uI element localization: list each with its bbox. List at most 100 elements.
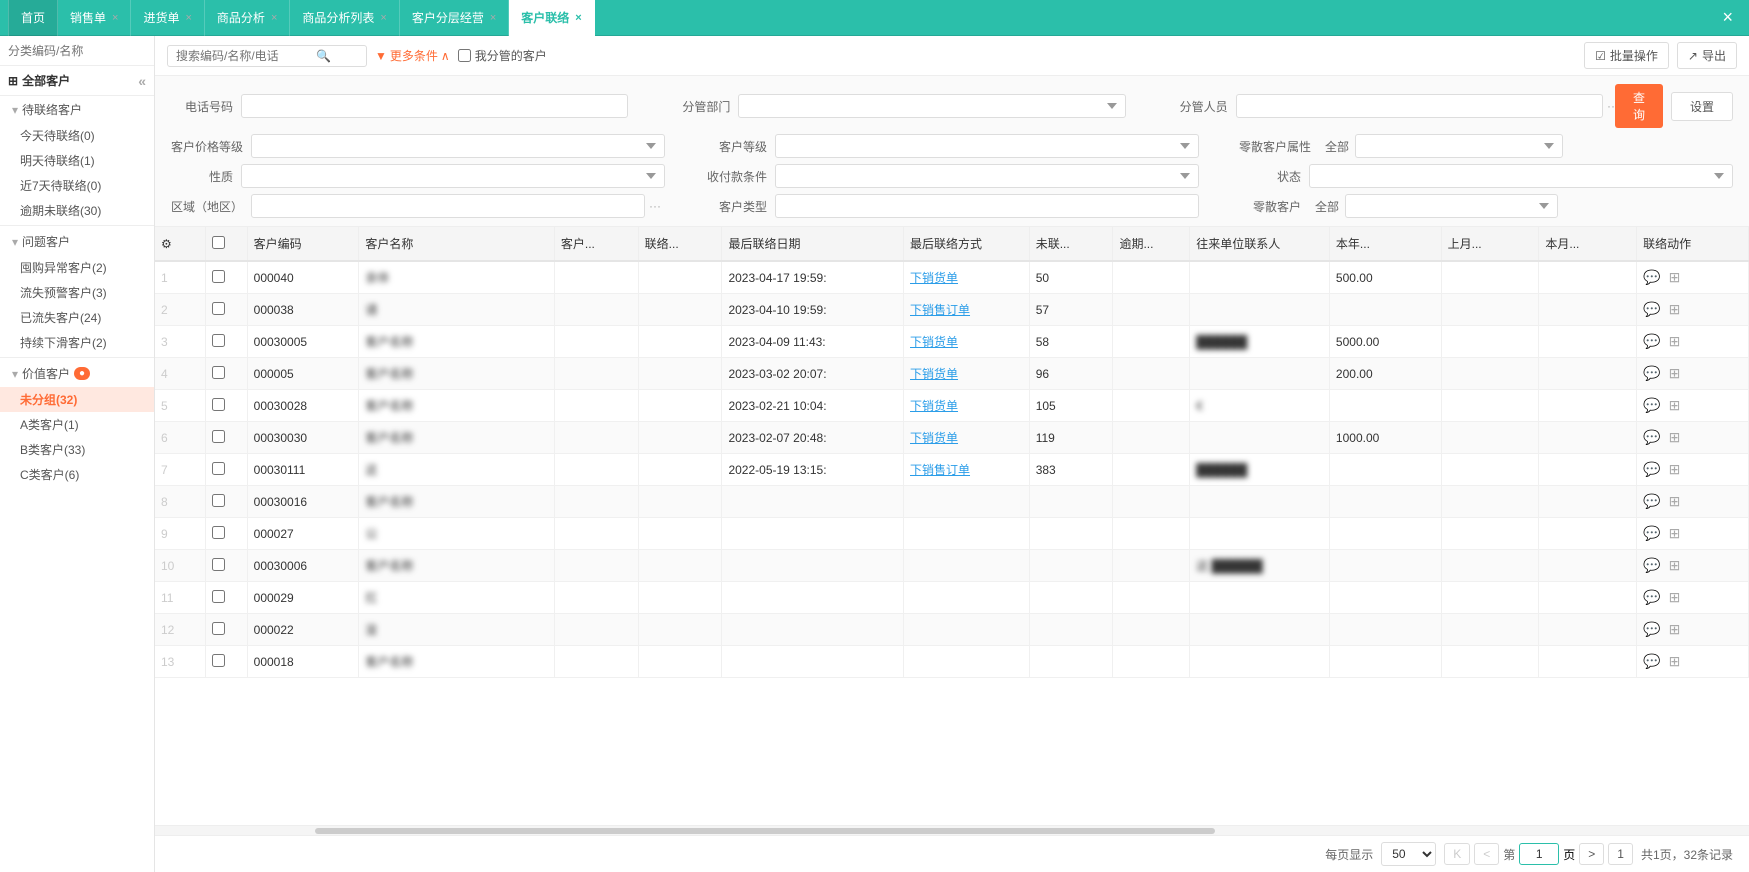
row-checkbox[interactable] (212, 430, 225, 443)
sidebar-item-overdue[interactable]: 逾期未联络(30) (0, 198, 154, 223)
sidebar-search-input[interactable] (8, 44, 155, 58)
chat-icon[interactable]: 💬 (1643, 525, 1660, 542)
my-customers-check[interactable] (458, 49, 471, 62)
sidebar-group-pending-title[interactable]: ▾ 待联络客户 (0, 96, 154, 123)
sidebar-item-tomorrow[interactable]: 明天待联络(1) (0, 148, 154, 173)
tab-home[interactable]: 首页 (8, 0, 58, 36)
row-checkbox-cell[interactable] (205, 390, 247, 422)
row-checkbox-cell[interactable] (205, 294, 247, 326)
chat-icon[interactable]: 💬 (1643, 365, 1660, 382)
qr-icon[interactable]: ⊞ (1669, 301, 1681, 318)
tab-purchase[interactable]: 进货单 × (131, 0, 204, 36)
dept-select[interactable] (738, 94, 1125, 118)
chat-icon[interactable]: 💬 (1643, 653, 1660, 670)
query-button[interactable]: 查询 (1615, 84, 1663, 128)
row-checkbox-cell[interactable] (205, 326, 247, 358)
chat-icon[interactable]: 💬 (1643, 621, 1660, 638)
row-checkbox-cell[interactable] (205, 582, 247, 614)
row-checkbox[interactable] (212, 558, 225, 571)
row-checkbox[interactable] (212, 366, 225, 379)
last-way-link[interactable]: 下销货单 (910, 431, 958, 445)
chat-icon[interactable]: 💬 (1643, 333, 1660, 350)
row-checkbox[interactable] (212, 462, 225, 475)
my-customers-checkbox[interactable]: 我分管的客户 (458, 47, 547, 64)
chat-icon[interactable]: 💬 (1643, 589, 1660, 606)
last-way-link[interactable]: 下销货单 (910, 367, 958, 381)
sidebar-item-churn-warning[interactable]: 流失预警客户(3) (0, 280, 154, 305)
phone-input[interactable] (241, 94, 628, 118)
chat-icon[interactable]: 💬 (1643, 461, 1660, 478)
row-checkbox-cell[interactable] (205, 550, 247, 582)
region-dotdot-icon[interactable]: ··· (645, 199, 665, 213)
chat-icon[interactable]: 💬 (1643, 269, 1660, 286)
last-page-button[interactable]: 1 (1608, 843, 1633, 865)
row-checkbox-cell[interactable] (205, 422, 247, 454)
sidebar-all-customers[interactable]: ⊞ 全部客户 « (0, 66, 154, 96)
qr-icon[interactable]: ⊞ (1669, 333, 1681, 350)
main-search-input[interactable] (176, 49, 316, 63)
qr-icon[interactable]: ⊞ (1669, 365, 1681, 382)
row-checkbox-cell[interactable] (205, 358, 247, 390)
current-page-input[interactable] (1519, 843, 1559, 865)
retail-attr-select[interactable] (1355, 134, 1563, 158)
qr-icon[interactable]: ⊞ (1669, 461, 1681, 478)
first-page-button[interactable]: K (1444, 843, 1470, 865)
qr-icon[interactable]: ⊞ (1669, 429, 1681, 446)
row-checkbox-cell[interactable] (205, 454, 247, 486)
search-icon[interactable]: 🔍 (316, 49, 331, 63)
settings-col[interactable]: ⚙ (155, 227, 205, 261)
row-checkbox[interactable] (212, 526, 225, 539)
sidebar-item-classA[interactable]: A类客户(1) (0, 412, 154, 437)
row-checkbox-cell[interactable] (205, 646, 247, 678)
customer-level-select[interactable] (775, 134, 1199, 158)
next-page-button[interactable]: > (1579, 843, 1604, 865)
row-checkbox[interactable] (212, 302, 225, 315)
tab-sales[interactable]: 销售单 × (58, 0, 131, 36)
batch-operations-button[interactable]: ☑ 批量操作 (1584, 42, 1669, 69)
retail-customer-select[interactable] (1345, 194, 1558, 218)
window-close-button[interactable]: × (1714, 7, 1741, 28)
sidebar-item-ungroup[interactable]: 未分组(32) (0, 387, 154, 412)
tab-analysis[interactable]: 商品分析 × (205, 0, 290, 36)
sidebar-group-problem-title[interactable]: ▾ 问题客户 (0, 228, 154, 255)
sidebar-item-churned[interactable]: 已流失客户(24) (0, 305, 154, 330)
collapse-icon[interactable]: « (138, 73, 146, 89)
last-way-link[interactable]: 下销货单 (910, 399, 958, 413)
last-way-link[interactable]: 下销售订单 (910, 303, 970, 317)
row-checkbox[interactable] (212, 398, 225, 411)
qr-icon[interactable]: ⊞ (1669, 269, 1681, 286)
chat-icon[interactable]: 💬 (1643, 301, 1660, 318)
sidebar-item-declining[interactable]: 持续下滑客户(2) (0, 330, 154, 355)
sidebar-item-7days[interactable]: 近7天待联络(0) (0, 173, 154, 198)
status-select[interactable] (1309, 164, 1733, 188)
close-icon[interactable]: × (271, 12, 277, 24)
chat-icon[interactable]: 💬 (1643, 557, 1660, 574)
row-checkbox-cell[interactable] (205, 486, 247, 518)
gender-select[interactable] (241, 164, 665, 188)
close-icon[interactable]: × (490, 12, 496, 24)
select-all-checkbox[interactable] (212, 236, 225, 249)
checkbox-col[interactable] (205, 227, 247, 261)
export-button[interactable]: ↗ 导出 (1677, 42, 1737, 69)
region-input[interactable] (251, 194, 645, 218)
row-checkbox[interactable] (212, 494, 225, 507)
row-checkbox-cell[interactable] (205, 614, 247, 646)
sidebar-item-today[interactable]: 今天待联络(0) (0, 123, 154, 148)
row-checkbox[interactable] (212, 590, 225, 603)
row-checkbox[interactable] (212, 270, 225, 283)
reset-button[interactable]: 设置 (1671, 92, 1733, 121)
payment-select[interactable] (775, 164, 1199, 188)
tab-customer-mgmt[interactable]: 客户分层经营 × (400, 0, 509, 36)
page-size-select[interactable]: 50 100 200 (1381, 842, 1436, 866)
chat-icon[interactable]: 💬 (1643, 429, 1660, 446)
qr-icon[interactable]: ⊞ (1669, 621, 1681, 638)
more-conditions-button[interactable]: ▼ 更多条件 ∧ (375, 47, 450, 64)
tab-customer-contact[interactable]: 客户联络 × (509, 0, 594, 36)
close-icon[interactable]: × (380, 12, 386, 24)
last-way-link[interactable]: 下销货单 (910, 335, 958, 349)
price-level-select[interactable] (251, 134, 665, 158)
row-checkbox[interactable] (212, 622, 225, 635)
sidebar-group-value-title[interactable]: ▾ 价值客户 ● (0, 360, 154, 387)
row-checkbox-cell[interactable] (205, 518, 247, 550)
prev-page-button[interactable]: < (1474, 843, 1499, 865)
